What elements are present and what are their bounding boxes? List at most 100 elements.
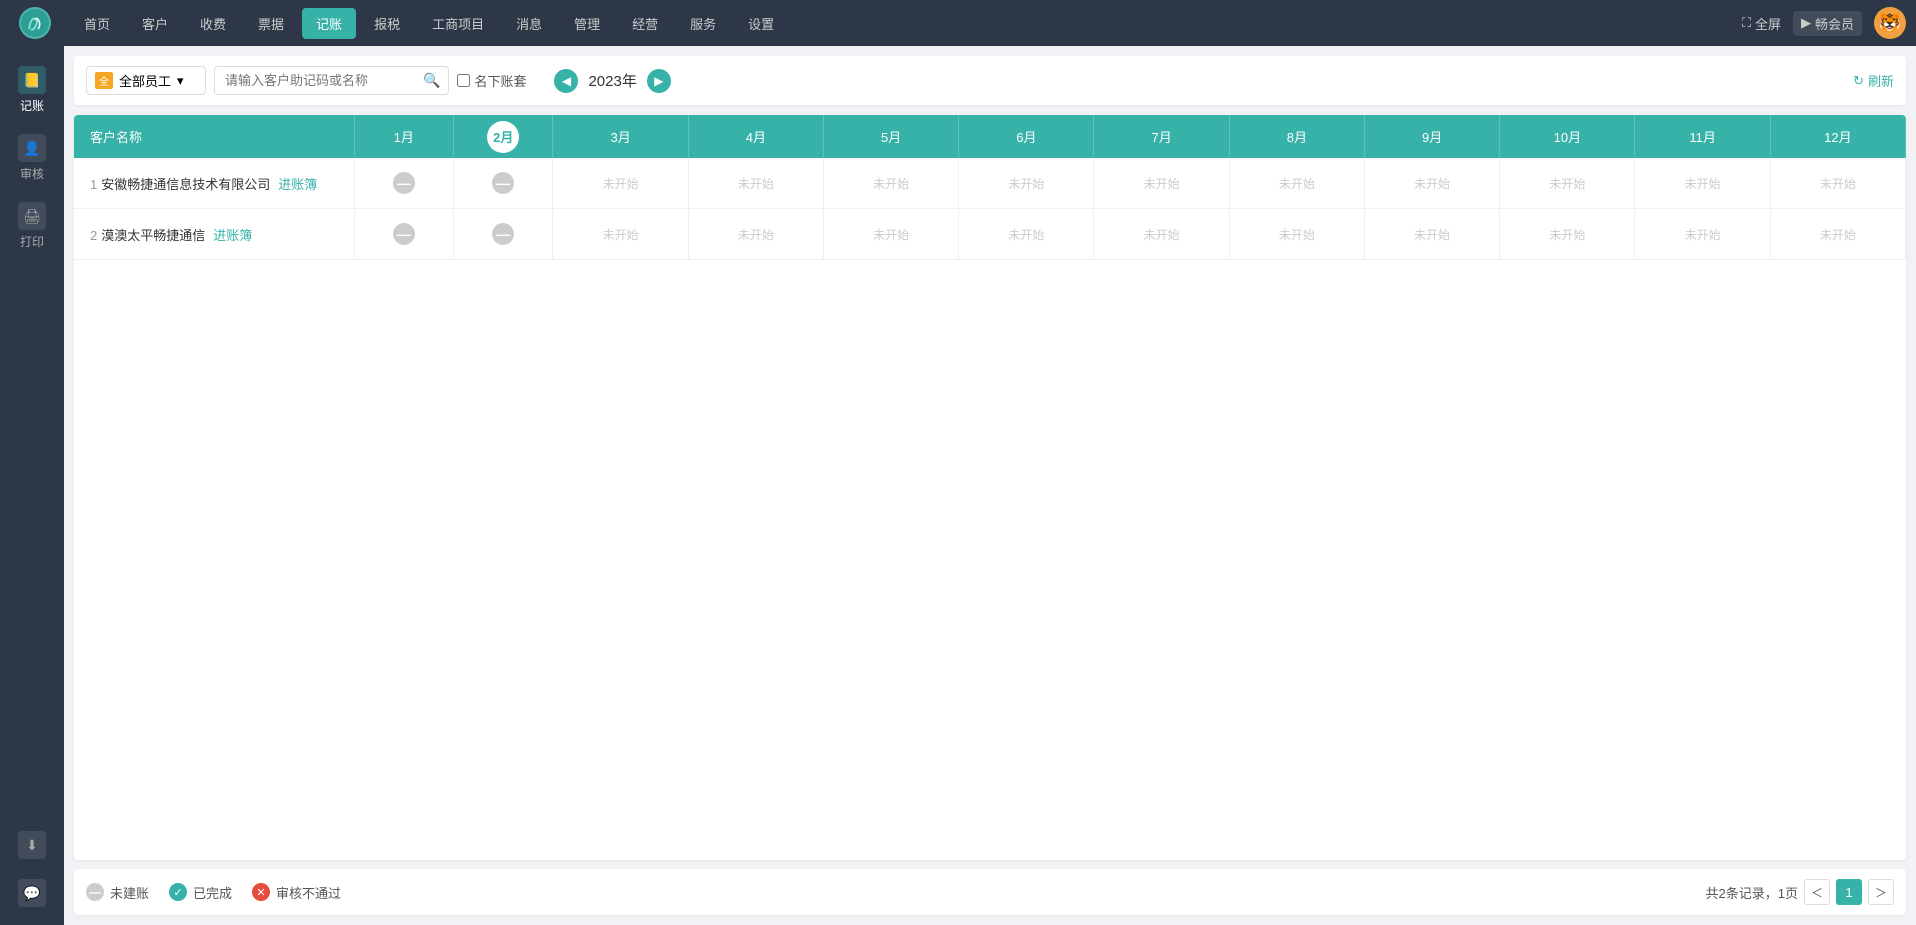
status-not-started: 未开始 (1820, 177, 1856, 191)
next-page-button[interactable]: ＞ (1868, 879, 1894, 905)
toolbar: 全 全部员工 ▾ 🔍 名下账套 ◀ 2023年 ▶ ↻ 刷新 (74, 56, 1906, 105)
col-header-jun: 6月 (959, 115, 1094, 158)
col-header-sep: 9月 (1364, 115, 1499, 158)
status-not-started: 未开始 (873, 228, 909, 242)
status-not-started: 未开始 (1685, 177, 1721, 191)
total-records: 共2条记录，1页 (1706, 883, 1798, 902)
prev-page-button[interactable]: ＜ (1804, 879, 1830, 905)
status-not-started: 未开始 (1008, 228, 1044, 242)
sidebar-chat[interactable]: 💬 (18, 871, 46, 915)
month-cell-5: 未开始 (823, 158, 958, 209)
main-layout: 📒 记账 👤 审核 🖨 打印 ⬇ 💬 全 全部员工 ▾ (0, 46, 1916, 925)
month-cell-6: 未开始 (959, 158, 1094, 209)
refresh-label: 刷新 (1868, 71, 1894, 90)
vip-label: 畅会员 (1815, 14, 1854, 33)
legend-rejected-label: 审核不通过 (276, 883, 341, 902)
col-header-feb: 2月 (453, 115, 552, 158)
col-header-jan: 1月 (354, 115, 453, 158)
row-number: 1 (90, 177, 97, 192)
month-cell-1: — (354, 158, 453, 209)
month-cell-11: 未开始 (1635, 209, 1770, 260)
status-dash-icon: — (492, 172, 514, 194)
legend: — 未建账 ✓ 已完成 ✕ 审核不通过 (86, 883, 1706, 902)
legend-completed: ✓ 已完成 (169, 883, 232, 902)
nav-business[interactable]: 工商项目 (418, 8, 498, 39)
employee-badge: 全 (95, 72, 113, 89)
vip-button[interactable]: ▶ 畅会员 (1793, 11, 1862, 36)
fullscreen-label: 全屏 (1755, 14, 1781, 33)
nav-fee[interactable]: 收费 (186, 8, 240, 39)
status-not-started: 未开始 (873, 177, 909, 191)
data-table: 客户名称 1月 2月 3月 4月 5月 6月 7月 (74, 115, 1906, 260)
col-header-name: 客户名称 (74, 115, 354, 158)
status-not-started: 未开始 (738, 228, 774, 242)
prev-year-button[interactable]: ◀ (554, 69, 578, 93)
enter-ledger-link[interactable]: 进账簿 (213, 228, 252, 243)
nav-tax[interactable]: 报税 (360, 8, 414, 39)
table-row: 2漠澳太平畅捷通信进账簿——未开始未开始未开始未开始未开始未开始未开始未开始未开… (74, 209, 1906, 260)
status-not-started: 未开始 (1144, 228, 1180, 242)
year-nav: ◀ 2023年 ▶ (554, 69, 670, 93)
sidebar-label-accounting: 记账 (20, 97, 44, 114)
pagination: 共2条记录，1页 ＜ 1 ＞ (1706, 879, 1894, 905)
content-area: 全 全部员工 ▾ 🔍 名下账套 ◀ 2023年 ▶ ↻ 刷新 (64, 46, 1916, 925)
next-year-button[interactable]: ▶ (647, 69, 671, 93)
month-cell-8: 未开始 (1229, 158, 1364, 209)
employee-label: 全部员工 (119, 71, 171, 90)
nav-operation[interactable]: 经营 (618, 8, 672, 39)
nav-ticket[interactable]: 票据 (244, 8, 298, 39)
nav-home[interactable]: 首页 (70, 8, 124, 39)
nav-customer[interactable]: 客户 (128, 8, 182, 39)
col-header-apr: 4月 (688, 115, 823, 158)
month-cell-6: 未开始 (959, 209, 1094, 260)
sidebar-item-accounting[interactable]: 📒 记账 (0, 56, 64, 124)
company-name: 安徽畅捷通信息技术有限公司 (101, 177, 270, 192)
checkbox-text: 名下账套 (474, 71, 526, 90)
table-row: 1安徽畅捷通信息技术有限公司进账簿——未开始未开始未开始未开始未开始未开始未开始… (74, 158, 1906, 209)
refresh-icon: ↻ (1853, 73, 1864, 89)
sidebar: 📒 记账 👤 审核 🖨 打印 ⬇ 💬 (0, 46, 64, 925)
month-cell-12: 未开始 (1770, 158, 1905, 209)
status-not-started: 未开始 (603, 177, 639, 191)
col-header-oct: 10月 (1500, 115, 1635, 158)
year-label: 2023年 (588, 70, 636, 91)
legend-not-created-label: 未建账 (110, 883, 149, 902)
month-cell-9: 未开始 (1364, 158, 1499, 209)
top-nav-right: ⛶ 全屏 ▶ 畅会员 🐯 (1742, 7, 1906, 39)
month-cell-10: 未开始 (1500, 158, 1635, 209)
employee-select[interactable]: 全 全部员工 ▾ (86, 66, 206, 95)
sidebar-item-print[interactable]: 🖨 打印 (0, 192, 64, 260)
legend-green-dot: ✓ (169, 883, 187, 901)
nav-service[interactable]: 服务 (676, 8, 730, 39)
month-cell-7: 未开始 (1094, 209, 1229, 260)
nav-management[interactable]: 管理 (560, 8, 614, 39)
status-dash-icon: — (393, 172, 415, 194)
user-avatar[interactable]: 🐯 (1874, 7, 1906, 39)
subordinate-checkbox[interactable] (457, 74, 470, 87)
nav-accounting[interactable]: 记账 (302, 8, 356, 39)
logo (10, 7, 60, 39)
fullscreen-button[interactable]: ⛶ 全屏 (1742, 14, 1781, 33)
col-header-aug: 8月 (1229, 115, 1364, 158)
subordinate-checkbox-label[interactable]: 名下账套 (457, 71, 526, 90)
col-header-may: 5月 (823, 115, 958, 158)
nav-message[interactable]: 消息 (502, 8, 556, 39)
row-name-cell: 2漠澳太平畅捷通信进账簿 (74, 209, 354, 260)
sidebar-download[interactable]: ⬇ (18, 823, 46, 867)
col-header-nov: 11月 (1635, 115, 1770, 158)
nav-settings[interactable]: 设置 (734, 8, 788, 39)
row-name-cell: 1 安徽畅捷通信息技术有限公司进账簿 (74, 158, 354, 209)
enter-ledger-link[interactable]: 进账簿 (278, 177, 317, 192)
search-input[interactable] (215, 68, 415, 93)
refresh-button[interactable]: ↻ 刷新 (1853, 71, 1894, 90)
month-cell-3: 未开始 (553, 158, 688, 209)
active-month-circle: 2月 (487, 121, 519, 153)
legend-not-created: — 未建账 (86, 883, 149, 902)
status-not-started: 未开始 (1144, 177, 1180, 191)
status-not-started: 未开始 (1549, 228, 1585, 242)
print-icon: 🖨 (18, 202, 46, 230)
sidebar-item-review[interactable]: 👤 审核 (0, 124, 64, 192)
search-button[interactable]: 🔍 (415, 67, 448, 94)
download-icon: ⬇ (18, 831, 46, 859)
status-dash-icon: — (393, 223, 415, 245)
